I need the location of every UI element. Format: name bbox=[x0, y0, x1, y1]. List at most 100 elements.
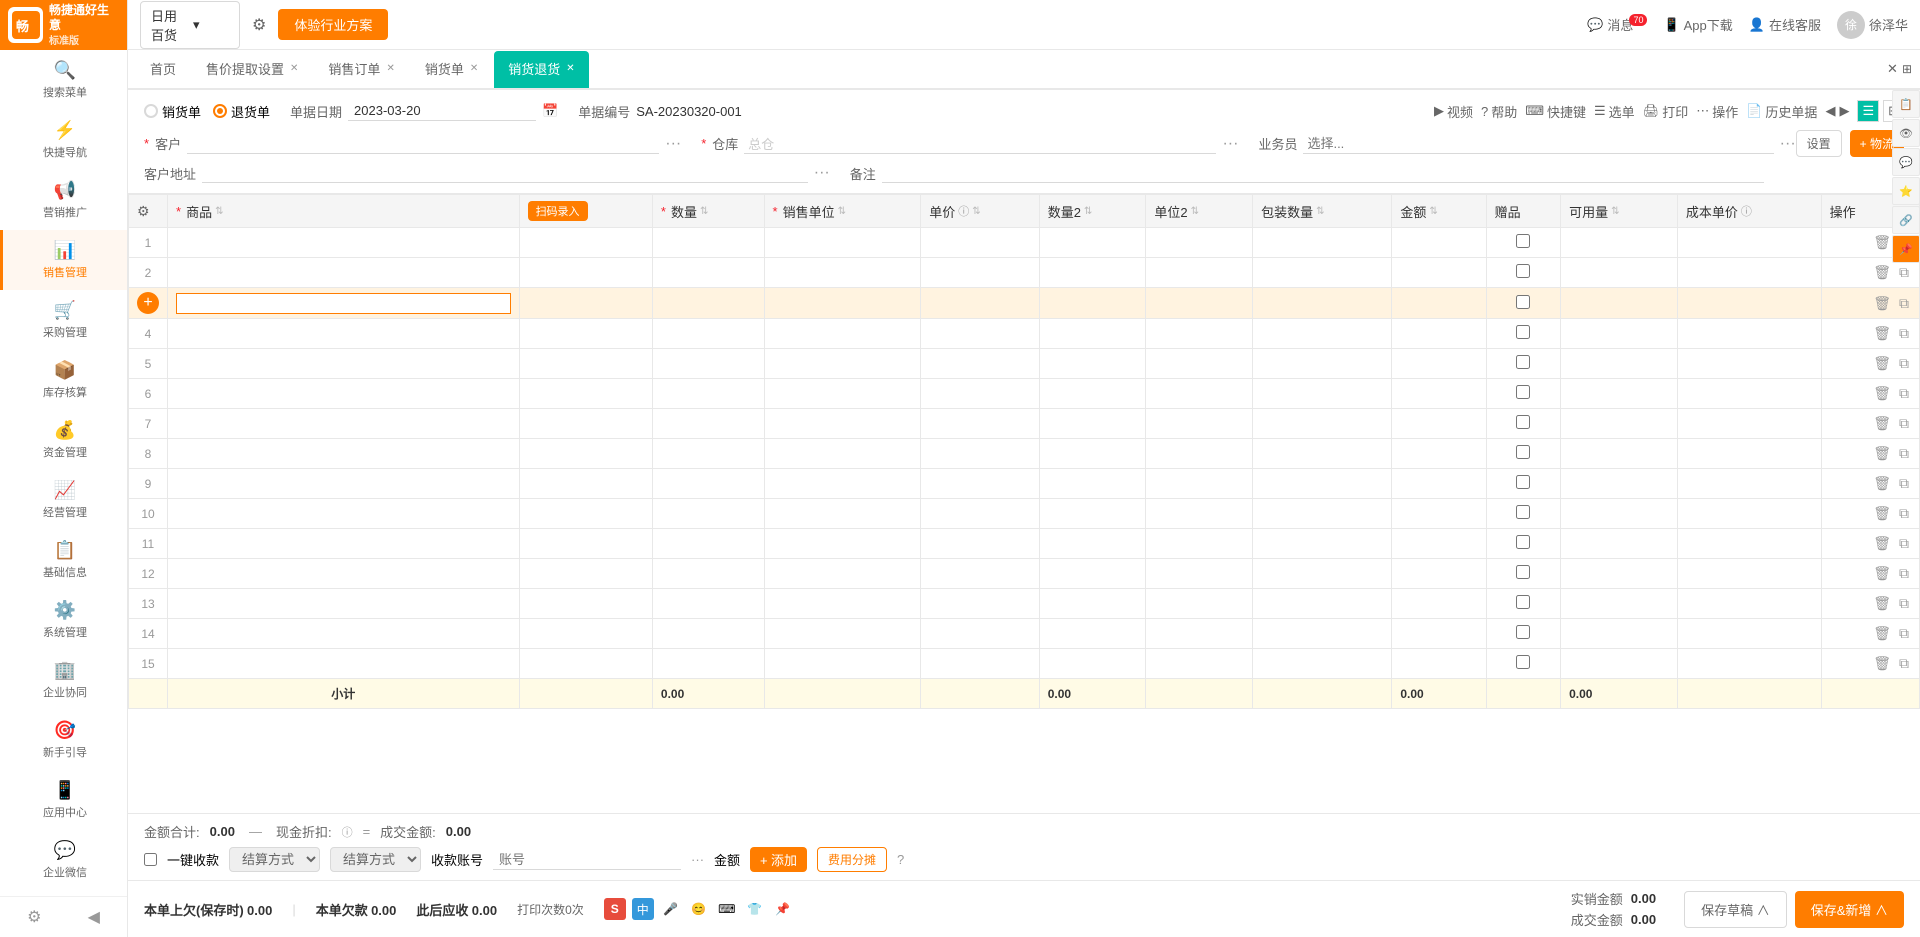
radio-sales-slip[interactable]: 销货单 bbox=[144, 102, 201, 121]
copy-row-button[interactable]: ⧉ bbox=[1897, 323, 1911, 344]
copy-row-button[interactable]: ⧉ bbox=[1897, 563, 1911, 584]
product-input[interactable] bbox=[176, 293, 511, 314]
radio-return[interactable]: 退货单 bbox=[213, 102, 270, 121]
price-info-icon[interactable]: ⓘ bbox=[958, 203, 969, 219]
unit-sort-icon[interactable]: ⇅ bbox=[838, 206, 846, 217]
tab-sales-return[interactable]: 销货退货 ✕ bbox=[494, 51, 588, 88]
gift-checkbox[interactable] bbox=[1516, 445, 1530, 459]
select-btn[interactable]: ☰ 选单 bbox=[1594, 102, 1635, 121]
sidebar-item-sales[interactable]: 📊 销售管理 bbox=[0, 230, 127, 290]
copy-row-button[interactable]: ⧉ bbox=[1897, 353, 1911, 374]
amount-sort-icon[interactable]: ⇅ bbox=[1429, 206, 1437, 217]
copy-row-button[interactable]: ⧉ bbox=[1897, 593, 1911, 614]
calc-select[interactable]: 结算方式 bbox=[330, 847, 421, 872]
sidebar-item-purchase[interactable]: 🛒 采购管理 bbox=[0, 290, 127, 350]
footer-icon-mic[interactable]: 🎤 bbox=[660, 898, 682, 920]
gift-checkbox[interactable] bbox=[1516, 655, 1530, 669]
tab-sales-slip[interactable]: 销货单 ✕ bbox=[411, 51, 492, 88]
add-payment-btn[interactable]: + 添加 bbox=[750, 847, 807, 872]
delete-row-button[interactable]: 🗑 bbox=[1871, 383, 1893, 404]
delete-row-button[interactable]: 🗑 bbox=[1871, 323, 1893, 344]
print-btn[interactable]: 🖨 打印 bbox=[1643, 102, 1689, 121]
right-panel-icon-4[interactable]: ⭐ bbox=[1892, 177, 1920, 205]
gift-checkbox[interactable] bbox=[1516, 415, 1530, 429]
date-input[interactable] bbox=[348, 101, 536, 121]
save-draft-button[interactable]: 保存草稿 ∧ bbox=[1684, 891, 1787, 928]
delete-row-button[interactable]: 🗑 bbox=[1871, 473, 1893, 494]
gift-checkbox[interactable] bbox=[1516, 595, 1530, 609]
warehouse-picker-btn[interactable]: ··· bbox=[1222, 135, 1238, 153]
copy-row-button[interactable]: ⧉ bbox=[1897, 293, 1911, 314]
warehouse-input[interactable] bbox=[744, 134, 1216, 154]
product-sort-icon[interactable]: ⇅ bbox=[215, 206, 223, 217]
fee-question-icon[interactable]: ? bbox=[897, 852, 904, 867]
sidebar-item-guide[interactable]: 🎯 新手引导 bbox=[0, 710, 127, 770]
tab-sales-slip-close[interactable]: ✕ bbox=[470, 63, 478, 74]
copy-row-button[interactable]: ⧉ bbox=[1897, 623, 1911, 644]
history-btn[interactable]: 📄 历史单据 bbox=[1746, 102, 1817, 121]
cash-discount-info-icon[interactable]: ⓘ bbox=[342, 824, 353, 840]
delete-row-button[interactable]: 🗑 bbox=[1871, 293, 1893, 314]
copy-row-button[interactable]: ⧉ bbox=[1897, 533, 1911, 554]
tab-price-close[interactable]: ✕ bbox=[290, 63, 298, 74]
tab-price-setting[interactable]: 售价提取设置 ✕ bbox=[192, 51, 312, 88]
address-input[interactable] bbox=[202, 163, 808, 183]
salesperson-picker-btn[interactable]: ··· bbox=[1780, 135, 1796, 153]
one-click-checkbox[interactable] bbox=[144, 853, 157, 866]
delete-row-button[interactable]: 🗑 bbox=[1871, 262, 1893, 283]
copy-row-button[interactable]: ⧉ bbox=[1897, 473, 1911, 494]
delete-row-button[interactable]: 🗑 bbox=[1871, 413, 1893, 434]
right-panel-icon-2[interactable]: 👁 bbox=[1892, 119, 1920, 147]
sidebar-item-basic[interactable]: 📋 基础信息 bbox=[0, 530, 127, 590]
shortcut-btn[interactable]: ⌨ 快捷键 bbox=[1525, 102, 1586, 121]
copy-row-button[interactable]: ⧉ bbox=[1897, 443, 1911, 464]
copy-row-button[interactable]: ⧉ bbox=[1897, 503, 1911, 524]
delete-row-button[interactable]: 🗑 bbox=[1871, 533, 1893, 554]
footer-icon-shirt[interactable]: 👕 bbox=[744, 898, 766, 920]
customer-picker-btn[interactable]: ··· bbox=[665, 135, 681, 153]
save-new-button[interactable]: 保存&新增 ∧ bbox=[1795, 891, 1904, 928]
price-sort-icon[interactable]: ⇅ bbox=[972, 206, 980, 217]
table-gear-icon[interactable]: ⚙ bbox=[137, 203, 150, 219]
help-btn[interactable]: ? 帮助 bbox=[1481, 102, 1517, 121]
sidebar-item-wechat[interactable]: 💬 企业微信 bbox=[0, 830, 127, 890]
gift-checkbox[interactable] bbox=[1516, 565, 1530, 579]
footer-icon-face[interactable]: 😊 bbox=[688, 898, 710, 920]
remark-input[interactable] bbox=[882, 163, 1764, 183]
sidebar-item-search[interactable]: 🔍 搜索菜单 bbox=[0, 50, 127, 110]
message-btn[interactable]: 💬 消息 70 bbox=[1587, 15, 1647, 34]
delete-row-button[interactable]: 🗑 bbox=[1871, 623, 1893, 644]
sidebar-item-enterprise[interactable]: 🏢 企业协同 bbox=[0, 650, 127, 710]
gift-checkbox[interactable] bbox=[1516, 505, 1530, 519]
operation-btn[interactable]: ⋯ 操作 bbox=[1696, 102, 1738, 121]
topbar-gear-icon[interactable]: ⚙ bbox=[252, 15, 266, 35]
gift-checkbox[interactable] bbox=[1516, 234, 1530, 248]
right-panel-icon-1[interactable]: 📋 bbox=[1892, 90, 1920, 118]
prev-icon[interactable]: ◀ bbox=[1825, 103, 1835, 119]
industry-selector[interactable]: 日用百货 ▾ bbox=[140, 1, 240, 49]
copy-row-button[interactable]: ⧉ bbox=[1897, 413, 1911, 434]
setting-button[interactable]: 设置 bbox=[1796, 130, 1842, 157]
unit2-sort-icon[interactable]: ⇅ bbox=[1191, 206, 1199, 217]
sidebar-item-system[interactable]: ⚙️ 系统管理 bbox=[0, 590, 127, 650]
copy-row-button[interactable]: ⧉ bbox=[1897, 262, 1911, 283]
sidebar-item-inventory[interactable]: 📦 库存核算 bbox=[0, 350, 127, 410]
pack-sort-icon[interactable]: ⇅ bbox=[1316, 206, 1324, 217]
delete-row-button[interactable]: 🗑 bbox=[1871, 503, 1893, 524]
cost-info-icon[interactable]: ⓘ bbox=[1741, 203, 1752, 219]
copy-row-button[interactable]: ⧉ bbox=[1897, 653, 1911, 674]
qty2-sort-icon[interactable]: ⇅ bbox=[1084, 206, 1092, 217]
account-picker-btn[interactable]: ··· bbox=[691, 852, 704, 867]
gift-checkbox[interactable] bbox=[1516, 385, 1530, 399]
tab-home[interactable]: 首页 bbox=[136, 51, 190, 88]
gift-checkbox[interactable] bbox=[1516, 264, 1530, 278]
user-avatar[interactable]: 徐 徐泽华 bbox=[1837, 11, 1908, 39]
footer-icon-keyboard[interactable]: ⌨ bbox=[716, 898, 738, 920]
next-icon[interactable]: ▶ bbox=[1839, 103, 1849, 119]
account-input[interactable] bbox=[493, 850, 681, 870]
delete-row-button[interactable]: 🗑 bbox=[1871, 353, 1893, 374]
sidebar-item-operations[interactable]: 📈 经营管理 bbox=[0, 470, 127, 530]
fee-split-btn[interactable]: 费用分摊 bbox=[817, 847, 887, 872]
sidebar-item-apps[interactable]: 📱 应用中心 bbox=[0, 770, 127, 830]
collapse-icon[interactable]: ◀ bbox=[88, 907, 100, 927]
